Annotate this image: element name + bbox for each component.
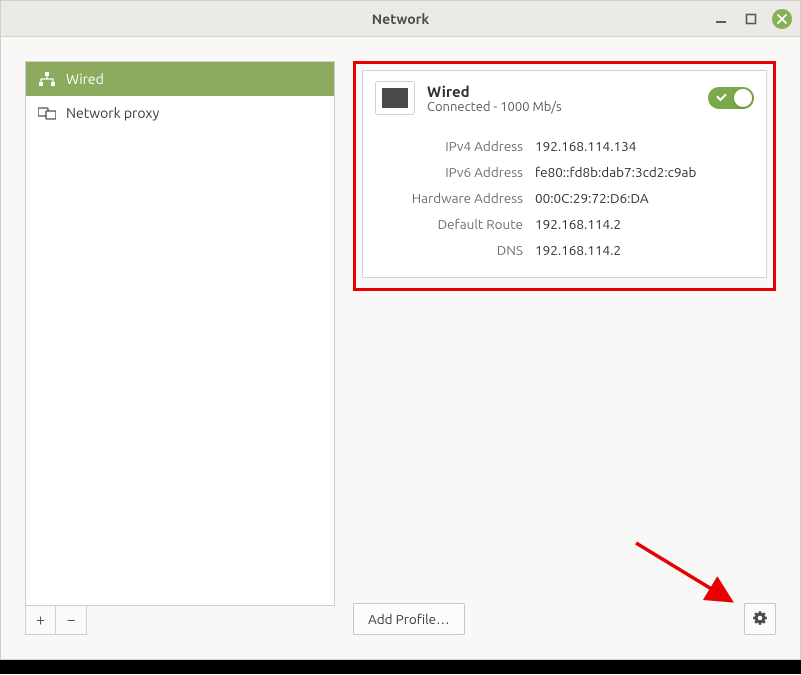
annotation-highlight: Wired Connected - 1000 Mb/s IPv4 Address… [353,61,776,291]
maximize-button[interactable] [742,10,760,28]
titlebar: Network [1,1,800,37]
detail-row: IPv4 Address 192.168.114.134 [375,133,754,159]
connection-status: Connected - 1000 Mb/s [427,100,696,114]
detail-value: 00:0C:29:72:D6:DA [535,190,649,206]
wired-title-block: Wired Connected - 1000 Mb/s [427,83,696,114]
add-button[interactable]: + [26,606,56,634]
detail-row: Default Route 192.168.114.2 [375,211,754,237]
main-bottom-bar: Add Profile… [353,589,776,635]
sidebar: Wired Network proxy + − [25,61,335,635]
network-settings-window: Network Wired [0,0,801,660]
window-title: Network [372,11,430,27]
wired-connection-card: Wired Connected - 1000 Mb/s IPv4 Address… [362,70,767,278]
minus-icon: − [66,611,75,629]
proxy-icon [38,105,56,121]
sidebar-item-network-proxy[interactable]: Network proxy [26,96,334,130]
detail-value: 192.168.114.2 [535,216,621,232]
detail-value: 192.168.114.2 [535,242,621,258]
detail-value: 192.168.114.134 [535,138,636,154]
sidebar-item-wired[interactable]: Wired [26,62,334,96]
add-profile-button[interactable]: Add Profile… [353,603,465,635]
sidebar-item-label: Wired [66,71,104,87]
detail-label: DNS [375,242,535,258]
connection-toggle[interactable] [708,87,754,109]
plus-icon: + [36,611,45,629]
wired-card-header: Wired Connected - 1000 Mb/s [363,71,766,125]
screenshot-bottom-border [0,660,801,674]
sidebar-list: Wired Network proxy [25,61,335,606]
wired-icon [38,71,56,87]
window-controls [712,1,792,37]
detail-label: IPv4 Address [375,138,535,154]
detail-label: Hardware Address [375,190,535,206]
gear-icon [752,610,768,629]
minimize-button[interactable] [712,10,730,28]
content-area: Wired Network proxy + − [1,37,800,659]
detail-row: IPv6 Address fe80::fd8b:dab7:3cd2:c9ab [375,159,754,185]
main-panel: Wired Connected - 1000 Mb/s IPv4 Address… [353,61,776,635]
detail-label: IPv6 Address [375,164,535,180]
connection-title: Wired [427,83,696,100]
sidebar-item-label: Network proxy [66,105,159,121]
sidebar-toolbar: + − [25,606,87,635]
close-button[interactable] [772,9,792,29]
detail-row: DNS 192.168.114.2 [375,237,754,263]
connection-details: IPv4 Address 192.168.114.134 IPv6 Addres… [363,125,766,277]
settings-button[interactable] [744,603,776,635]
ethernet-icon [375,81,415,115]
remove-button[interactable]: − [56,606,86,634]
detail-label: Default Route [375,216,535,232]
detail-value: fe80::fd8b:dab7:3cd2:c9ab [535,164,696,180]
detail-row: Hardware Address 00:0C:29:72:D6:DA [375,185,754,211]
